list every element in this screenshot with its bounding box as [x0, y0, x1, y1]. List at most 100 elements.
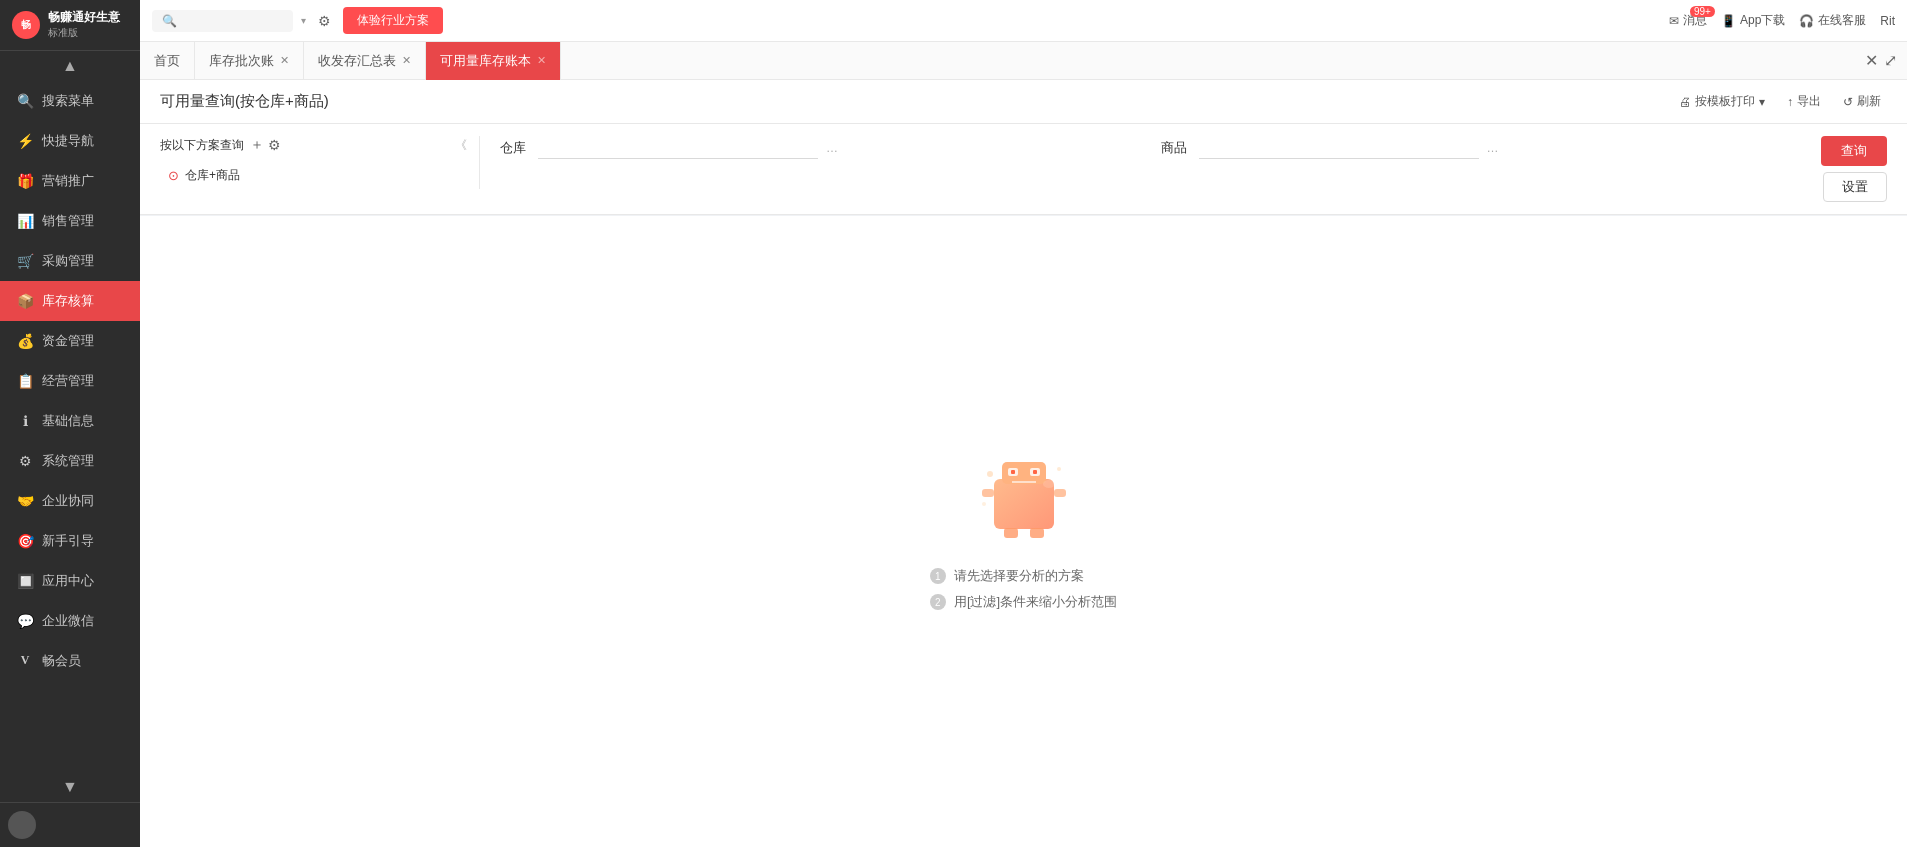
scheme-item-label: 仓库+商品	[185, 167, 240, 184]
purchase-icon: 🛒	[16, 253, 34, 269]
product-label: 商品	[1161, 139, 1191, 157]
empty-tip-2: 2 用[过滤]条件来缩小分析范围	[930, 593, 1117, 611]
tab-close-btn[interactable]: ✕	[1865, 51, 1878, 70]
product-field: 商品 …	[1161, 136, 1802, 159]
page-actions: 🖨 按模板打印 ▾ ↑ 导出 ↺ 刷新	[1673, 90, 1887, 113]
sidebar-item-search[interactable]: 🔍 搜索菜单	[0, 81, 140, 121]
query-btn[interactable]: 查询	[1821, 136, 1887, 166]
tabs-end-actions: ✕ ⤢	[1855, 51, 1907, 70]
search-icon: 🔍	[16, 93, 34, 109]
page-title: 可用量查询(按仓库+商品)	[160, 92, 329, 111]
tab-close-available-stock[interactable]: ✕	[537, 54, 546, 67]
product-more-btn[interactable]: …	[1487, 141, 1499, 155]
print-btn[interactable]: 🖨 按模板打印 ▾	[1673, 90, 1771, 113]
scheme-title: 按以下方案查询	[160, 137, 244, 154]
sidebar-item-wechat[interactable]: 💬 企业微信	[0, 601, 140, 641]
svg-point-11	[1043, 480, 1055, 488]
sidebar-item-sales[interactable]: 📊 销售管理	[0, 201, 140, 241]
sidebar-item-basic-info[interactable]: ℹ 基础信息	[0, 401, 140, 441]
system-icon: ⚙	[16, 453, 34, 469]
svg-rect-4	[1011, 470, 1015, 474]
app-name: 畅赚通好生意	[48, 10, 120, 26]
message-icon: ✉	[1669, 14, 1679, 28]
enterprise-icon: 🤝	[16, 493, 34, 509]
sidebar-item-operations[interactable]: 📋 经营管理	[0, 361, 140, 401]
topbar-search-input[interactable]	[183, 14, 283, 28]
svg-point-14	[982, 502, 986, 506]
svg-rect-10	[1030, 528, 1044, 538]
sidebar-item-marketing[interactable]: 🎁 营销推广	[0, 161, 140, 201]
warehouse-more-btn[interactable]: …	[826, 141, 838, 155]
quicknav-icon: ⚡	[16, 133, 34, 149]
settings-btn[interactable]: 设置	[1823, 172, 1887, 202]
tip-text-1: 请先选择要分析的方案	[954, 567, 1084, 585]
svg-rect-7	[982, 489, 994, 497]
query-scheme-header: 按以下方案查询 ＋ ⚙ 《	[160, 136, 467, 154]
svg-point-12	[987, 471, 993, 477]
sidebar-item-newbie[interactable]: 🎯 新手引导	[0, 521, 140, 561]
warehouse-field: 仓库 …	[500, 136, 1141, 159]
empty-tips: 1 请先选择要分析的方案 2 用[过滤]条件来缩小分析范围	[930, 567, 1117, 619]
tabs-bar: 首页 库存批次账 ✕ 收发存汇总表 ✕ 可用量库存账本 ✕ ✕ ⤢	[140, 42, 1907, 80]
tab-available-stock[interactable]: 可用量库存账本 ✕	[426, 42, 561, 80]
topbar-chevron-icon[interactable]: ▾	[301, 15, 306, 26]
scheme-item-icon: ⊙	[168, 168, 179, 183]
print-icon: 🖨	[1679, 95, 1691, 109]
empty-illustration	[974, 444, 1074, 547]
sidebar-item-finance[interactable]: 💰 资金管理	[0, 321, 140, 361]
tip-text-2: 用[过滤]条件来缩小分析范围	[954, 593, 1117, 611]
sidebar-item-quicknav[interactable]: ⚡ 快捷导航	[0, 121, 140, 161]
sidebar-scroll-up[interactable]: ▲	[0, 51, 140, 81]
collapse-scheme-btn[interactable]: 《	[455, 137, 467, 154]
tab-home[interactable]: 首页	[140, 42, 195, 80]
sidebar-item-app-center[interactable]: 🔲 应用中心	[0, 561, 140, 601]
info-icon: ℹ	[16, 413, 34, 429]
tab-inventory-batch[interactable]: 库存批次账 ✕	[195, 42, 304, 80]
empty-tip-1: 1 请先选择要分析的方案	[930, 567, 1117, 585]
sales-icon: 📊	[16, 213, 34, 229]
topbar-message[interactable]: ✉ 消息 99+	[1669, 12, 1707, 29]
tab-close-stock-summary[interactable]: ✕	[402, 54, 411, 67]
export-btn[interactable]: ↑ 导出	[1781, 90, 1827, 113]
warehouse-input[interactable]	[538, 136, 818, 159]
sidebar-item-system[interactable]: ⚙ 系统管理	[0, 441, 140, 481]
topbar-search-icon: 🔍	[162, 14, 177, 28]
topbar-gear-icon[interactable]: ⚙	[318, 13, 331, 29]
svg-rect-9	[1004, 528, 1018, 538]
sidebar-item-member[interactable]: V 畅会员	[0, 641, 140, 681]
topbar-online-service[interactable]: 🎧 在线客服	[1799, 12, 1866, 29]
service-icon: 🎧	[1799, 14, 1814, 28]
sidebar-item-purchase[interactable]: 🛒 采购管理	[0, 241, 140, 281]
query-actions: 查询 设置	[1821, 136, 1887, 202]
svg-point-13	[1057, 467, 1061, 471]
industry-btn[interactable]: 体验行业方案	[343, 7, 443, 34]
query-area: 按以下方案查询 ＋ ⚙ 《 ⊙ 仓库+商品 仓库 …	[140, 124, 1907, 215]
tip-num-1: 1	[930, 568, 946, 584]
sidebar-header: 畅 畅赚通好生意 标准版	[0, 0, 140, 51]
topbar-username[interactable]: Rit	[1880, 14, 1895, 28]
sidebar-footer	[0, 802, 140, 847]
sidebar-scroll-down[interactable]: ▼	[0, 772, 140, 802]
topbar-app-download[interactable]: 📱 App下载	[1721, 12, 1785, 29]
tab-expand-btn[interactable]: ⤢	[1884, 51, 1897, 70]
refresh-btn[interactable]: ↺ 刷新	[1837, 90, 1887, 113]
scheme-item-warehouse-product[interactable]: ⊙ 仓库+商品	[160, 162, 467, 189]
user-avatar	[8, 811, 36, 839]
tab-close-inventory-batch[interactable]: ✕	[280, 54, 289, 67]
topbar-right: ✉ 消息 99+ 📱 App下载 🎧 在线客服 Rit	[1669, 12, 1895, 29]
print-chevron-icon: ▾	[1759, 95, 1765, 109]
sidebar: 畅 畅赚通好生意 标准版 ▲ 🔍 搜索菜单 ⚡ 快捷导航 🎁 营销推广 📊 销售…	[0, 0, 140, 847]
finance-icon: 💰	[16, 333, 34, 349]
tab-stock-summary[interactable]: 收发存汇总表 ✕	[304, 42, 426, 80]
svg-rect-8	[1054, 489, 1066, 497]
newbie-icon: 🎯	[16, 533, 34, 549]
edit-scheme-btn[interactable]: ⚙	[268, 136, 281, 154]
app-edition: 标准版	[48, 26, 120, 40]
add-scheme-btn[interactable]: ＋	[250, 136, 264, 154]
member-icon: V	[16, 653, 34, 668]
query-fields-panel: 仓库 … 商品 … 查询 设置	[480, 136, 1887, 202]
product-input[interactable]	[1199, 136, 1479, 159]
sidebar-item-inventory[interactable]: 📦 库存核算	[0, 281, 140, 321]
main-area: 🔍 ▾ ⚙ 体验行业方案 ✉ 消息 99+ 📱 App下载 🎧 在线客服 Rit	[140, 0, 1907, 847]
sidebar-item-enterprise[interactable]: 🤝 企业协同	[0, 481, 140, 521]
